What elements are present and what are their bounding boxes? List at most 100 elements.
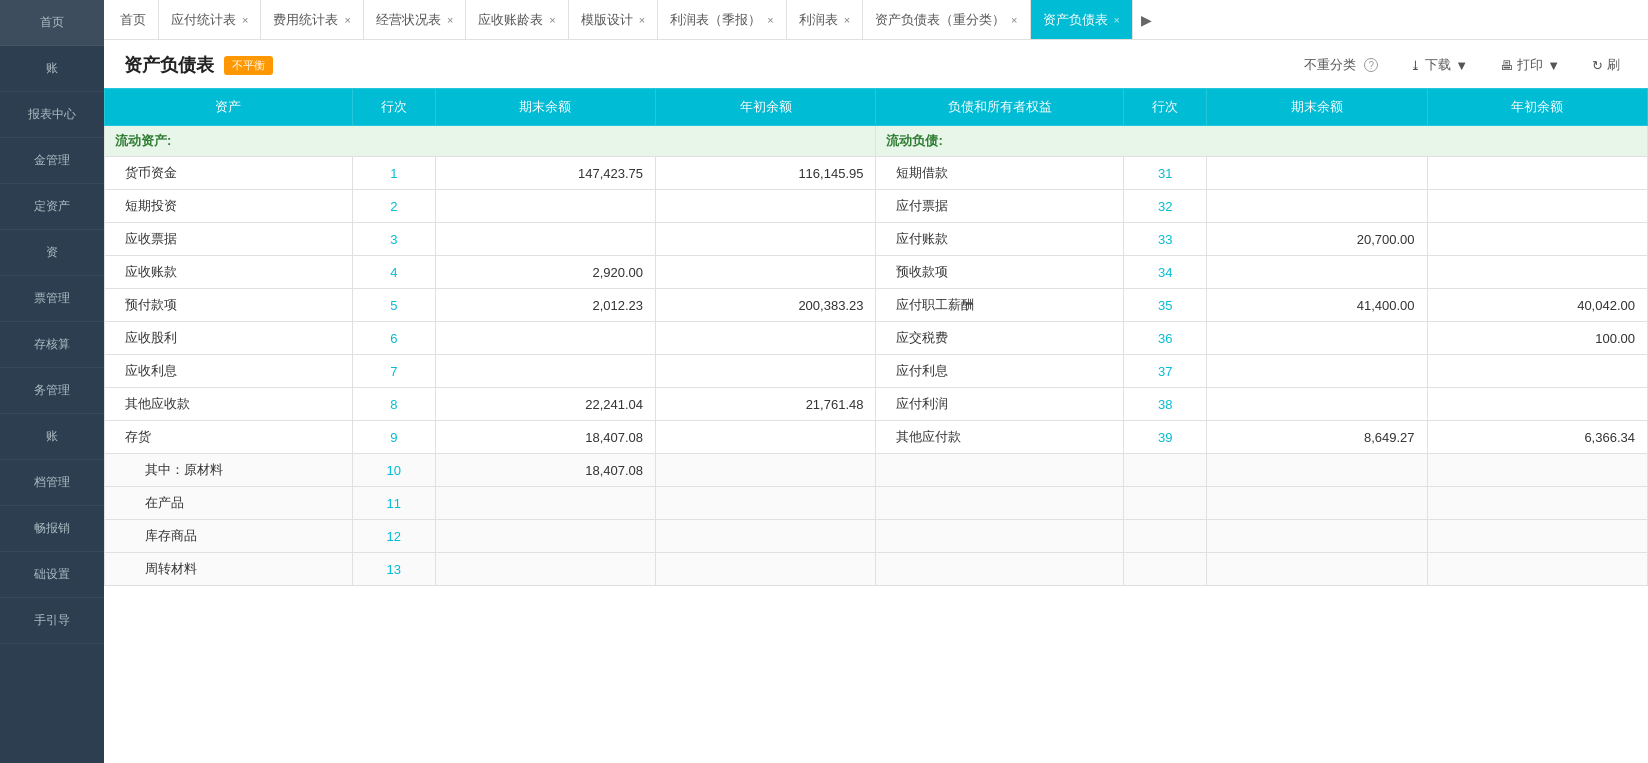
line-number: 5 [352,289,435,322]
sidebar-item-inventory[interactable]: 存核算 [0,322,104,368]
table-row[interactable]: 其他应收款 8 22,241.04 21,761.48 应付利润 38 [105,388,1648,421]
download-btn[interactable]: ⤓ 下载 ▼ [1402,52,1476,78]
tab-close-payable-stats[interactable]: × [242,14,248,26]
liab-line-number [1124,553,1207,586]
tab-scroll-right[interactable]: ▶ [1133,12,1160,28]
tab-profit-quarterly[interactable]: 利润表（季报） × [658,0,786,40]
sidebar-item-account[interactable]: 账 [0,414,104,460]
tab-close-expense-stats[interactable]: × [344,14,350,26]
col-header-period-end: 期末余额 [435,89,655,126]
year-start-amount [656,355,876,388]
liab-line-number: 38 [1124,388,1207,421]
download-icon: ⤓ [1410,58,1421,73]
asset-name: 周转材料 [105,553,353,586]
tab-payable-stats[interactable]: 应付统计表 × [159,0,261,40]
header-actions: 不重分类 ? ⤓ 下载 ▼ 🖶 打印 ▼ ↻ 刷 [1296,52,1628,78]
tab-close-balance[interactable]: × [1114,14,1120,26]
print-btn[interactable]: 🖶 打印 ▼ [1492,52,1568,78]
unbalanced-badge: 不平衡 [224,56,273,75]
table-row[interactable]: 其中：原材料 10 18,407.08 [105,454,1648,487]
liab-year-start-amount: 40,042.00 [1427,289,1647,322]
liab-year-start-amount [1427,157,1647,190]
tab-close-template-design[interactable]: × [639,14,645,26]
sidebar-item-ticket-mgmt[interactable]: 票管理 [0,276,104,322]
year-start-amount [656,256,876,289]
line-number: 12 [352,520,435,553]
year-start-amount: 21,761.48 [656,388,876,421]
table-row[interactable]: 存货 9 18,407.08 其他应付款 39 8,649.27 6,366.3… [105,421,1648,454]
liab-year-start-amount [1427,256,1647,289]
tab-template-design[interactable]: 模版设计 × [569,0,658,40]
tab-operating-status[interactable]: 经营状况表 × [364,0,466,40]
refresh-btn[interactable]: ↻ 刷 [1584,52,1628,78]
tab-close-profit[interactable]: × [844,14,850,26]
liab-line-number: 36 [1124,322,1207,355]
period-end-amount [435,322,655,355]
table-row[interactable]: 短期投资 2 应付票据 32 [105,190,1648,223]
liab-year-start-amount [1427,520,1647,553]
right-section-label: 流动负债: [876,126,1648,157]
col-header-year-start2: 年初余额 [1427,89,1647,126]
sidebar-item-expense[interactable]: 畅报销 [0,506,104,552]
table-row[interactable]: 周转材料 13 [105,553,1648,586]
tab-expense-stats[interactable]: 费用统计表 × [261,0,363,40]
sidebar-item-report-center[interactable]: 报表中心 [0,92,104,138]
period-end-amount [435,190,655,223]
liab-period-end-amount [1207,487,1427,520]
col-header-period-end2: 期末余额 [1207,89,1427,126]
table-row[interactable]: 预付款项 5 2,012.23 200,383.23 应付职工薪酬 35 41,… [105,289,1648,322]
line-number: 9 [352,421,435,454]
asset-name: 预付款项 [105,289,353,322]
tab-bar: 首页 应付统计表 × 费用统计表 × 经营状况表 × 应收账龄表 × 模版设计 … [104,0,1648,40]
tab-receivable-aging[interactable]: 应收账龄表 × [466,0,568,40]
tab-close-operating-status[interactable]: × [447,14,453,26]
tab-balance[interactable]: 资产负债表 × [1031,0,1133,40]
asset-name: 应收股利 [105,322,353,355]
sidebar-item-fund-mgmt[interactable]: 金管理 [0,138,104,184]
liab-name: 应付账款 [876,223,1124,256]
tab-close-receivable-aging[interactable]: × [549,14,555,26]
year-start-amount [656,190,876,223]
no-reclassify-btn[interactable]: 不重分类 ? [1296,52,1386,78]
table-row[interactable]: 库存商品 12 [105,520,1648,553]
page-title: 资产负债表 [124,53,214,77]
refresh-icon: ↻ [1592,58,1603,73]
liab-year-start-amount: 100.00 [1427,322,1647,355]
sidebar-item-archive[interactable]: 档管理 [0,460,104,506]
table-row[interactable]: 应收账款 4 2,920.00 预收款项 34 [105,256,1648,289]
tab-close-profit-quarterly[interactable]: × [767,14,773,26]
sidebar-item-home[interactable]: 首页 [0,0,104,46]
sidebar-item-settings[interactable]: 础设置 [0,552,104,598]
year-start-amount: 200,383.23 [656,289,876,322]
liab-year-start-amount [1427,454,1647,487]
line-number: 7 [352,355,435,388]
asset-name: 存货 [105,421,353,454]
liab-period-end-amount [1207,388,1427,421]
table-wrapper: 资产 行次 期末余额 年初余额 负债和所有者权益 行次 期末余额 年初余额 流动… [104,88,1648,606]
year-start-amount [656,487,876,520]
info-icon[interactable]: ? [1364,58,1378,72]
col-header-lineno2: 行次 [1124,89,1207,126]
liab-name [876,553,1124,586]
liab-period-end-amount [1207,520,1427,553]
table-row[interactable]: 货币资金 1 147,423.75 116,145.95 短期借款 31 [105,157,1648,190]
table-row[interactable]: 在产品 11 [105,487,1648,520]
table-row[interactable]: 应收利息 7 应付利息 37 [105,355,1648,388]
sidebar-item-assets[interactable]: 资 [0,230,104,276]
sidebar-item-fixed-assets[interactable]: 定资产 [0,184,104,230]
tab-balance-reclassify[interactable]: 资产负债表（重分类） × [863,0,1030,40]
liab-year-start-amount [1427,487,1647,520]
tab-profit[interactable]: 利润表 × [787,0,863,40]
sidebar-item-guide[interactable]: 手引导 [0,598,104,644]
tab-close-balance-reclassify[interactable]: × [1011,14,1017,26]
sidebar-item-affairs[interactable]: 务管理 [0,368,104,414]
table-row[interactable]: 应收股利 6 应交税费 36 100.00 [105,322,1648,355]
liab-line-number: 37 [1124,355,1207,388]
period-end-amount [435,553,655,586]
liab-period-end-amount [1207,454,1427,487]
col-header-liab: 负债和所有者权益 [876,89,1124,126]
period-end-amount [435,223,655,256]
tab-home[interactable]: 首页 [108,0,159,40]
sidebar-item-ledger[interactable]: 账 [0,46,104,92]
table-row[interactable]: 应收票据 3 应付账款 33 20,700.00 [105,223,1648,256]
